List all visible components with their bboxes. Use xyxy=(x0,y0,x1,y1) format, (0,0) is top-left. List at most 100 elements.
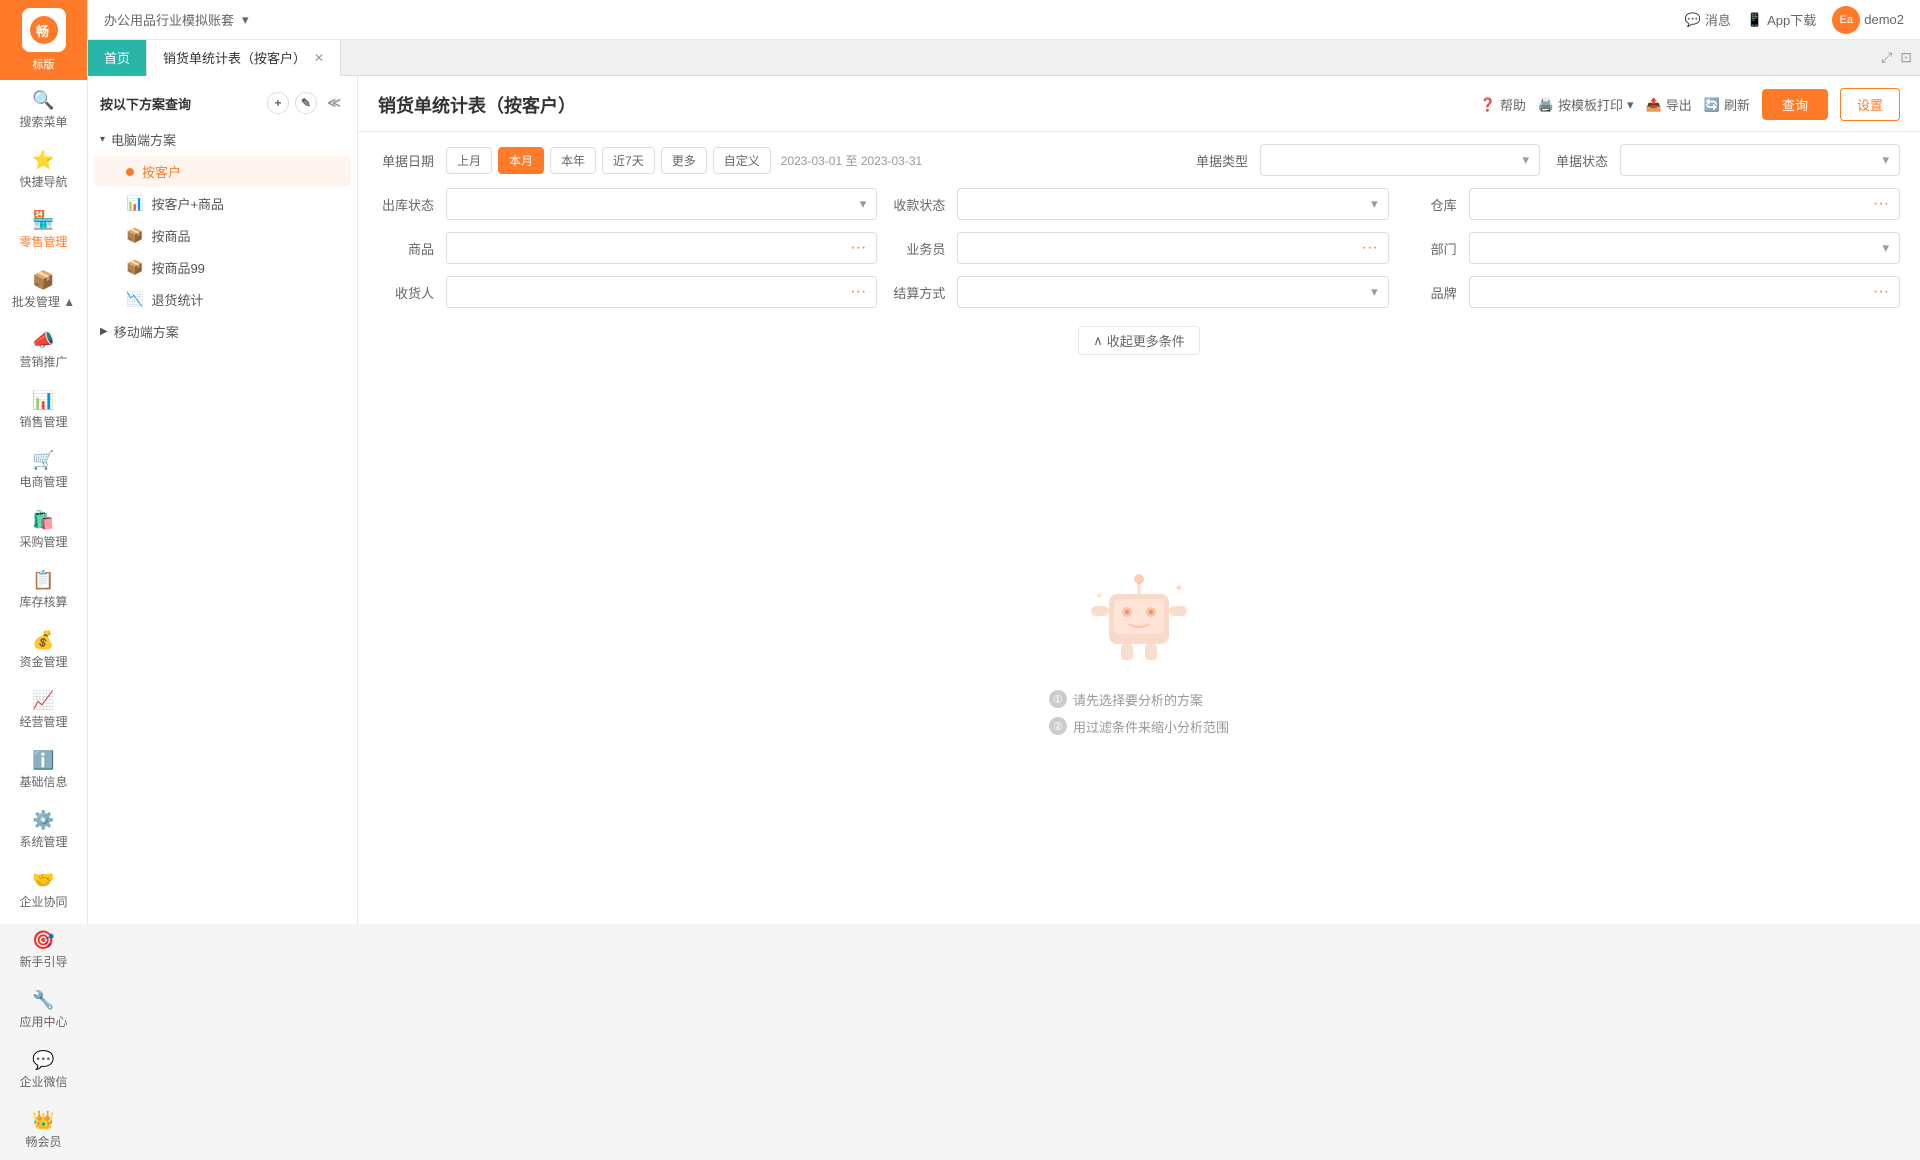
date-btn-7days[interactable]: 近7天 xyxy=(602,147,655,174)
brand-input[interactable]: ··· xyxy=(1469,276,1900,308)
help-btn[interactable]: ❓ 帮助 xyxy=(1480,95,1526,114)
mobile-scheme-group: ▶ 移动端方案 xyxy=(88,316,357,347)
right-panel: 销货单统计表（按客户） ❓ 帮助 🖨️ 按模板打印 ▾ 📤 xyxy=(358,76,1920,924)
receipt-status-arrow: ▾ xyxy=(1371,196,1378,212)
salesperson-input[interactable]: ··· xyxy=(957,232,1388,264)
app-title-arrow[interactable]: ▾ xyxy=(242,12,249,28)
export-label: 导出 xyxy=(1666,95,1692,114)
scheme-item-by-customer-product[interactable]: 📊 按客户+商品 xyxy=(94,188,351,219)
doc-type-select[interactable]: ▾ xyxy=(1260,144,1540,176)
sidebar-item-finance-label: 资金管理 xyxy=(19,653,67,670)
edit-scheme-btn[interactable]: ✎ xyxy=(295,92,317,114)
sidebar-item-ecommerce[interactable]: 🛒 电商管理 xyxy=(0,440,87,500)
out-status-arrow: ▾ xyxy=(860,196,867,212)
salesperson-dots-btn[interactable]: ··· xyxy=(1362,239,1378,257)
wholesale-icon: 📦 xyxy=(32,270,54,291)
date-btn-this-year[interactable]: 本年 xyxy=(550,147,596,174)
collapse-row: ∧ 收起更多条件 xyxy=(378,320,1900,361)
date-btn-last-month[interactable]: 上月 xyxy=(446,147,492,174)
sidebar-item-finance[interactable]: 💰 资金管理 xyxy=(0,620,87,680)
tab-home[interactable]: 首页 xyxy=(88,40,147,76)
brand-dots-btn[interactable]: ··· xyxy=(1873,283,1889,301)
user-avatar: Ea xyxy=(1832,6,1860,34)
sidebar-item-quicknav[interactable]: ⭐ 快捷导航 xyxy=(0,140,87,200)
sidebar-item-search[interactable]: 🔍 搜索菜单 xyxy=(0,80,87,140)
mobile-scheme-group-header[interactable]: ▶ 移动端方案 xyxy=(100,322,345,341)
desktop-scheme-group-header[interactable]: ▾ 电脑端方案 xyxy=(88,124,357,155)
sidebar-item-inventory[interactable]: 📋 库存核算 xyxy=(0,560,87,620)
settings-btn[interactable]: 设置 xyxy=(1840,88,1900,121)
scheme-item-by-customer[interactable]: 按客户 xyxy=(94,156,351,187)
add-scheme-btn[interactable]: + xyxy=(267,92,289,114)
date-btn-this-month[interactable]: 本月 xyxy=(498,147,544,174)
tab-maximize-btn[interactable]: ⤢ xyxy=(1881,49,1892,66)
out-status-select[interactable]: ▾ xyxy=(446,188,877,220)
date-btn-custom[interactable]: 自定义 xyxy=(713,147,771,174)
left-panel: 按以下方案查询 + ✎ ≪ ▾ 电脑端方案 按客户 📊 xyxy=(88,76,358,924)
system-icon: ⚙️ xyxy=(32,810,54,831)
print-btn[interactable]: 🖨️ 按模板打印 ▾ xyxy=(1538,95,1634,114)
sidebar-item-retail[interactable]: 🏪 零售管理 xyxy=(0,200,87,260)
department-select[interactable]: ▾ xyxy=(1469,232,1900,264)
tab-report[interactable]: 销货单统计表（按客户） ✕ xyxy=(147,40,341,76)
settlement-select[interactable]: ▾ xyxy=(957,276,1388,308)
export-btn[interactable]: 📤 导出 xyxy=(1646,95,1692,114)
collapse-panel-btn[interactable]: ≪ xyxy=(323,92,345,114)
settlement-arrow: ▾ xyxy=(1371,284,1378,300)
scheme-item-by-product99[interactable]: 📦 按商品99 xyxy=(94,252,351,283)
page-title-row: 销货单统计表（按客户） ❓ 帮助 🖨️ 按模板打印 ▾ 📤 xyxy=(378,88,1900,121)
scheme-product-icon: 📦 xyxy=(126,227,143,244)
sidebar-item-marketing-label: 营销推广 xyxy=(19,353,67,370)
sidebar-item-operations-label: 经营管理 xyxy=(19,713,67,730)
receipt-status-select[interactable]: ▾ xyxy=(957,188,1388,220)
app-download-btn[interactable]: 📱 App下载 xyxy=(1747,10,1816,29)
sidebar-item-inventory-label: 库存核算 xyxy=(19,593,67,610)
tab-restore-btn[interactable]: ⊡ xyxy=(1900,49,1912,66)
sidebar-item-member[interactable]: 👑 畅会员 xyxy=(0,1100,87,1160)
sidebar-item-basic[interactable]: ℹ️ 基础信息 xyxy=(0,740,87,800)
scheme-item-return-stats[interactable]: 📉 退货统计 xyxy=(94,284,351,315)
sidebar-item-system[interactable]: ⚙️ 系统管理 xyxy=(0,800,87,860)
svg-text:畅: 畅 xyxy=(36,24,49,39)
tab-close-icon[interactable]: ✕ xyxy=(314,51,324,65)
filter-row-4: 收货人 ··· 结算方式 ▾ 品牌 ··· xyxy=(378,276,1900,308)
refresh-icon: 🔄 xyxy=(1704,97,1720,113)
query-btn[interactable]: 查询 xyxy=(1762,89,1828,120)
product-dots-btn[interactable]: ··· xyxy=(850,239,866,257)
warehouse-input[interactable]: ··· xyxy=(1469,188,1900,220)
sidebar-item-operations[interactable]: 📈 经营管理 xyxy=(0,680,87,740)
product-input[interactable]: ··· xyxy=(446,232,877,264)
left-panel-title: 按以下方案查询 xyxy=(100,94,191,113)
user-profile-btn[interactable]: Ea demo2 xyxy=(1832,6,1904,34)
page-actions: ❓ 帮助 🖨️ 按模板打印 ▾ 📤 导出 � xyxy=(1480,88,1900,121)
filter-row-2: 出库状态 ▾ 收款状态 ▾ 仓库 ··· xyxy=(378,188,1900,220)
date-button-group: 上月 本月 本年 近7天 更多 自定义 2023-03-01 至 2023-03… xyxy=(446,147,922,174)
scheme-item-by-product[interactable]: 📦 按商品 xyxy=(94,220,351,251)
topbar: 办公用品行业模拟账套 ▾ 💬 消息 📱 App下载 Ea demo2 xyxy=(88,0,1920,40)
sidebar-item-wechat[interactable]: 💬 企业微信 xyxy=(0,1040,87,1100)
user-name: demo2 xyxy=(1864,12,1904,27)
sidebar-item-guide[interactable]: 🎯 新手引导 xyxy=(0,920,87,980)
sidebar-item-sales[interactable]: 📊 销售管理 xyxy=(0,380,87,440)
sidebar-item-purchase[interactable]: 🛍️ 采购管理 xyxy=(0,500,87,560)
logo-area[interactable]: 畅 标版 xyxy=(0,0,87,80)
brand-label: 品牌 xyxy=(1401,283,1457,302)
search-icon: 🔍 xyxy=(32,90,54,111)
svg-text:✦: ✦ xyxy=(1095,591,1103,602)
sidebar-item-marketing[interactable]: 📣 营销推广 xyxy=(0,320,87,380)
receipt-status-label: 收款状态 xyxy=(889,195,945,214)
refresh-btn[interactable]: 🔄 刷新 xyxy=(1704,95,1750,114)
date-btn-more[interactable]: 更多 xyxy=(661,147,707,174)
sidebar-item-enterprise[interactable]: 🤝 企业协同 xyxy=(0,860,87,920)
consignee-dots-btn[interactable]: ··· xyxy=(850,283,866,301)
message-btn[interactable]: 💬 消息 xyxy=(1685,10,1731,29)
sidebar-item-wechat-label: 企业微信 xyxy=(19,1073,67,1090)
consignee-label: 收货人 xyxy=(378,283,434,302)
sidebar-item-purchase-label: 采购管理 xyxy=(19,533,67,550)
sidebar-item-apps[interactable]: 🔧 应用中心 xyxy=(0,980,87,1040)
collapse-filter-btn[interactable]: ∧ 收起更多条件 xyxy=(1078,326,1200,355)
warehouse-dots-btn[interactable]: ··· xyxy=(1873,195,1889,213)
sidebar-item-wholesale[interactable]: 📦 批发管理 ▲ xyxy=(0,260,87,320)
consignee-input[interactable]: ··· xyxy=(446,276,877,308)
doc-status-select[interactable]: ▾ xyxy=(1620,144,1900,176)
